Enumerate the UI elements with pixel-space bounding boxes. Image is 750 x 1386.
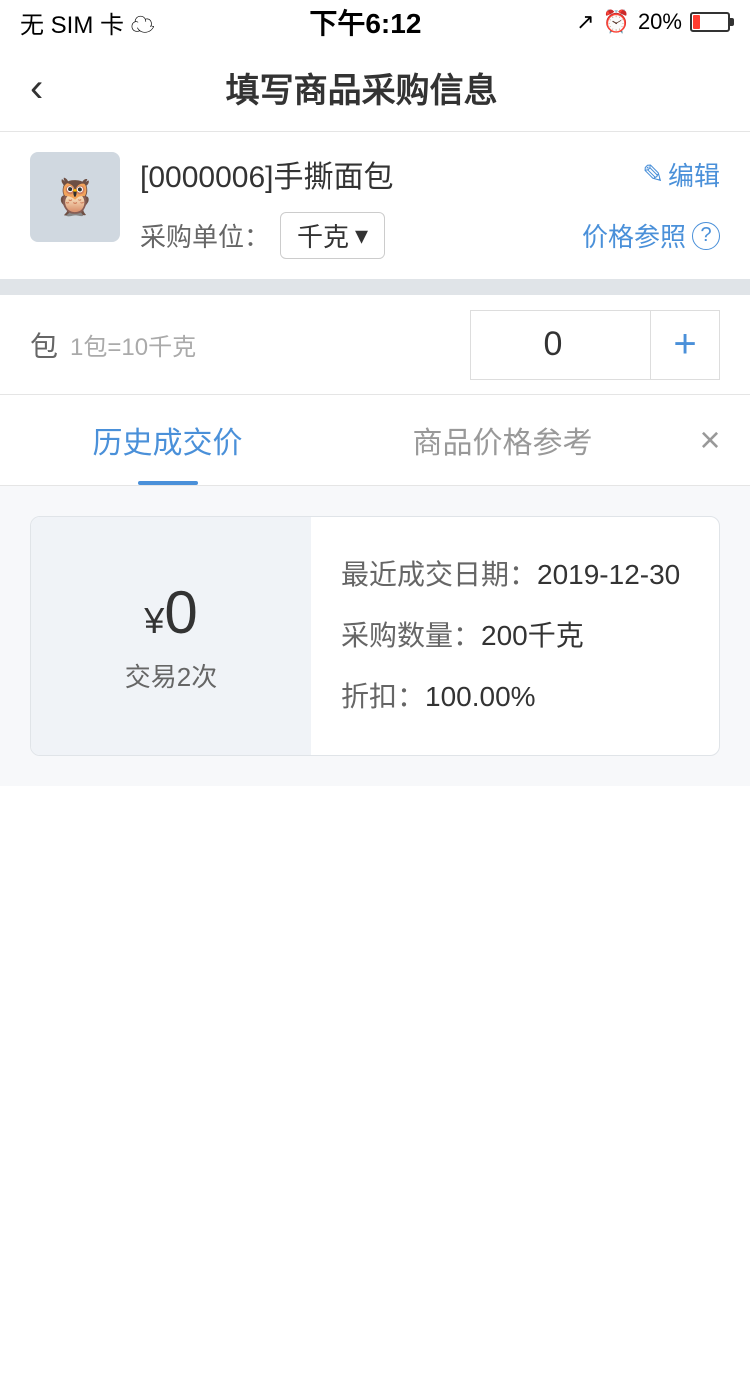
quantity-section: 包 1包=10千克 + [0,295,750,395]
bottom-space [0,786,750,1386]
recent-date-value: 2019-12-30 [537,559,680,590]
unit-conversion-hint: 1包=10千克 [70,327,196,362]
page-title: 填写商品采购信息 [63,63,660,112]
edit-button[interactable]: ✎ 编辑 [642,156,720,193]
help-icon: ? [692,222,720,250]
quantity-row-label: 采购数量： [341,620,481,651]
currency-symbol: ¥ [144,600,164,641]
status-right: ↗ ⏰ 20% [576,9,730,35]
product-thumbnail: 🦉 [30,152,120,242]
nav-bar: ‹ 填写商品采购信息 [0,44,750,132]
discount-row: 折扣：100.00% [341,675,689,720]
quantity-control: + [470,310,720,380]
tab-history-price-label: 历史成交价 [93,418,243,462]
product-info: [0000006]手撕面包 ✎ 编辑 采购单位： 千克 ▾ 价格参照 [140,152,720,259]
edit-label: 编辑 [668,156,720,193]
price-reference-button[interactable]: 价格参照 ? [582,217,720,254]
price-right-panel: 最近成交日期：2019-12-30 采购数量：200千克 折扣：100.00% [311,517,719,755]
unit-label: 采购单位： [140,217,270,254]
tabs-section: 历史成交价 商品价格参考 × ¥0 交易2次 最近成交日期：2019-12-30… [0,395,750,786]
tab-product-price-label: 商品价格参考 [413,418,593,462]
product-logo-icon: 🦉 [53,176,98,218]
battery-percent: 20% [638,9,682,35]
back-button[interactable]: ‹ [30,68,43,108]
increment-button[interactable]: + [650,310,720,380]
price-card-area: ¥0 交易2次 最近成交日期：2019-12-30 采购数量：200千克 折扣：… [0,486,750,786]
location-icon: ↗ [576,9,594,35]
product-row: 🦉 [0000006]手撕面包 ✎ 编辑 采购单位： 千克 ▾ [30,152,720,259]
quantity-row: 采购数量：200千克 [341,614,689,659]
unit-row: 采购单位： 千克 ▾ [140,212,385,259]
tab-product-price-reference[interactable]: 商品价格参考 [335,395,670,485]
quantity-input[interactable] [470,310,650,380]
unit-value: 千克 [297,217,349,254]
price-left-panel: ¥0 交易2次 [31,517,311,755]
tabs-header: 历史成交价 商品价格参考 × [0,395,750,486]
product-header: [0000006]手撕面包 ✎ 编辑 [140,152,720,196]
product-section: 🦉 [0000006]手撕面包 ✎ 编辑 采购单位： 千克 ▾ [0,132,750,279]
status-left: 无 SIM 卡 ☁ [20,5,155,40]
alarm-icon: ⏰ [603,9,630,35]
unit-badge: 包 [30,325,58,365]
discount-value: 100.00% [425,681,536,712]
product-name: [0000006]手撕面包 [140,152,393,196]
discount-label: 折扣： [341,681,425,712]
unit-dropdown[interactable]: 千克 ▾ [280,212,385,259]
recent-date-label: 最近成交日期： [341,559,537,590]
product-meta: 采购单位： 千克 ▾ 价格参照 ? [140,212,720,259]
edit-icon: ✎ [642,159,664,190]
trade-count: 交易2次 [125,657,217,694]
chevron-down-icon: ▾ [355,220,368,251]
quantity-row-value: 200千克 [481,620,584,651]
status-bar: 无 SIM 卡 ☁ 下午6:12 ↗ ⏰ 20% [0,0,750,44]
price-card: ¥0 交易2次 最近成交日期：2019-12-30 采购数量：200千克 折扣：… [30,516,720,756]
status-time: 下午6:12 [309,2,421,42]
price-ref-label: 价格参照 [582,217,686,254]
price-value: 0 [164,579,197,646]
sim-label: 无 SIM 卡 ☁ [20,5,155,40]
price-amount: ¥0 [144,578,197,647]
recent-date-row: 最近成交日期：2019-12-30 [341,553,689,598]
tab-active-indicator [138,481,198,485]
quantity-label: 包 1包=10千克 [30,325,196,365]
close-button[interactable]: × [670,395,750,485]
section-divider [0,279,750,295]
battery-icon [690,12,730,32]
tab-history-price[interactable]: 历史成交价 [0,395,335,485]
